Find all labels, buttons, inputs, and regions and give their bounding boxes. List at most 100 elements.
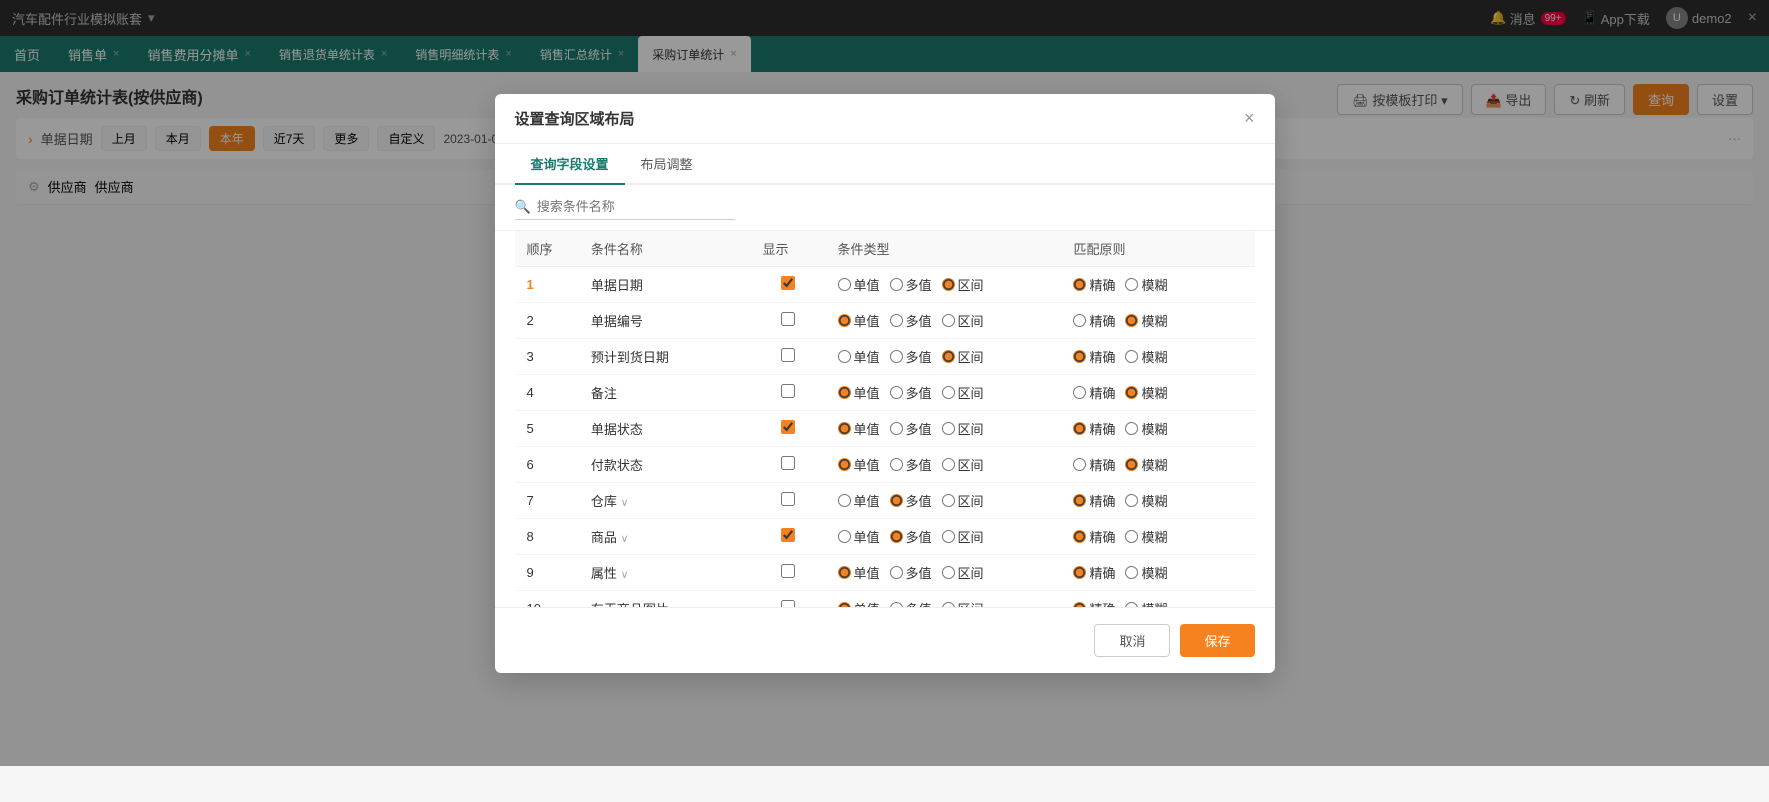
type-option-单值[interactable]: 单值	[838, 527, 880, 546]
type-option-区间[interactable]: 区间	[942, 347, 984, 366]
row-name: 付款状态	[591, 458, 643, 473]
match-option-精确[interactable]: 精确	[1073, 455, 1115, 474]
type-option-单值[interactable]: 单值	[838, 347, 880, 366]
type-radio-group: 单值多值区间	[838, 455, 1050, 474]
match-option-精确[interactable]: 精确	[1073, 599, 1115, 607]
type-option-单值[interactable]: 单值	[838, 311, 880, 330]
match-radio-group: 精确模糊	[1073, 347, 1242, 366]
settings-modal: 设置查询区域布局 × 查询字段设置 布局调整 🔍 顺序	[495, 94, 1275, 673]
match-radio-group: 精确模糊	[1073, 275, 1242, 294]
display-checkbox[interactable]	[781, 422, 795, 437]
type-option-多值[interactable]: 多值	[890, 419, 932, 438]
match-option-精确[interactable]: 精确	[1073, 527, 1115, 546]
table-row: 4备注单值多值区间精确模糊	[515, 374, 1255, 410]
type-radio-group: 单值多值区间	[838, 347, 1050, 366]
type-option-单值[interactable]: 单值	[838, 491, 880, 510]
type-option-单值[interactable]: 单值	[838, 599, 880, 607]
display-checkbox[interactable]	[781, 494, 795, 509]
modal-table-header-wrap: 顺序 条件名称 显示 条件类型 匹配原则	[495, 231, 1275, 267]
col-header-type: 条件类型	[826, 231, 1062, 267]
search-input[interactable]	[537, 199, 717, 214]
modal-overlay[interactable]: 设置查询区域布局 × 查询字段设置 布局调整 🔍 顺序	[0, 0, 1769, 766]
row-name: 仓库 ∨	[591, 494, 629, 509]
display-checkbox[interactable]	[781, 566, 795, 581]
match-option-模糊[interactable]: 模糊	[1125, 455, 1167, 474]
type-option-单值[interactable]: 单值	[838, 563, 880, 582]
type-option-单值[interactable]: 单值	[838, 455, 880, 474]
table-row: 10有无商品图片单值多值区间精确模糊	[515, 590, 1255, 607]
row-order: 8	[527, 529, 534, 544]
row-order: 7	[527, 493, 534, 508]
display-checkbox[interactable]	[781, 386, 795, 401]
type-option-多值[interactable]: 多值	[890, 455, 932, 474]
match-option-模糊[interactable]: 模糊	[1125, 311, 1167, 330]
type-option-多值[interactable]: 多值	[890, 599, 932, 607]
match-radio-group: 精确模糊	[1073, 563, 1242, 582]
match-option-精确[interactable]: 精确	[1073, 275, 1115, 294]
match-option-模糊[interactable]: 模糊	[1125, 563, 1167, 582]
match-option-模糊[interactable]: 模糊	[1125, 599, 1167, 607]
col-header-order: 顺序	[515, 231, 579, 267]
type-option-多值[interactable]: 多值	[890, 311, 932, 330]
type-option-多值[interactable]: 多值	[890, 563, 932, 582]
match-radio-group: 精确模糊	[1073, 491, 1242, 510]
type-option-区间[interactable]: 区间	[942, 491, 984, 510]
type-radio-group: 单值多值区间	[838, 311, 1050, 330]
type-option-区间[interactable]: 区间	[942, 383, 984, 402]
table-row: 5单据状态单值多值区间精确模糊	[515, 410, 1255, 446]
match-option-模糊[interactable]: 模糊	[1125, 383, 1167, 402]
display-checkbox[interactable]	[781, 530, 795, 545]
display-checkbox[interactable]	[781, 350, 795, 365]
type-option-多值[interactable]: 多值	[890, 347, 932, 366]
search-box: 🔍	[515, 195, 735, 220]
match-radio-group: 精确模糊	[1073, 383, 1242, 402]
type-option-多值[interactable]: 多值	[890, 527, 932, 546]
match-option-精确[interactable]: 精确	[1073, 347, 1115, 366]
modal-close-btn[interactable]: ×	[1244, 108, 1255, 129]
modal-tab-query-fields[interactable]: 查询字段设置	[515, 144, 625, 185]
type-option-区间[interactable]: 区间	[942, 455, 984, 474]
match-option-模糊[interactable]: 模糊	[1125, 275, 1167, 294]
type-radio-group: 单值 多值 区间	[838, 599, 1050, 607]
row-order: 9	[527, 565, 534, 580]
dropdown-arrow: ∨	[620, 569, 628, 581]
display-checkbox[interactable]	[781, 278, 795, 293]
type-option-区间[interactable]: 区间	[942, 563, 984, 582]
match-option-模糊[interactable]: 模糊	[1125, 527, 1167, 546]
type-option-区间[interactable]: 区间	[942, 599, 984, 607]
match-option-模糊[interactable]: 模糊	[1125, 491, 1167, 510]
display-checkbox[interactable]	[781, 314, 795, 329]
match-radio-group: 精确模糊	[1073, 419, 1242, 438]
row-name: 单据日期	[591, 278, 643, 293]
match-radio-group: 精确模糊	[1073, 311, 1242, 330]
type-option-单值[interactable]: 单值	[838, 275, 880, 294]
type-option-区间[interactable]: 区间	[942, 419, 984, 438]
type-option-单值[interactable]: 单值	[838, 419, 880, 438]
match-option-精确[interactable]: 精确	[1073, 383, 1115, 402]
match-option-精确[interactable]: 精确	[1073, 311, 1115, 330]
cancel-btn[interactable]: 取消	[1094, 624, 1170, 657]
match-option-精确[interactable]: 精确	[1073, 419, 1115, 438]
dropdown-arrow: ∨	[620, 497, 628, 509]
type-option-多值[interactable]: 多值	[890, 275, 932, 294]
match-option-模糊[interactable]: 模糊	[1125, 419, 1167, 438]
modal-tab-layout[interactable]: 布局调整	[625, 144, 709, 185]
type-option-多值[interactable]: 多值	[890, 383, 932, 402]
match-radio-group: 精确模糊	[1073, 527, 1242, 546]
table-row: 2单据编号单值多值区间精确模糊	[515, 302, 1255, 338]
table-row: 8商品 ∨单值多值区间精确模糊	[515, 518, 1255, 554]
match-option-精确[interactable]: 精确	[1073, 563, 1115, 582]
display-checkbox[interactable]	[781, 458, 795, 473]
modal-search-area: 🔍	[495, 185, 1275, 231]
type-option-多值[interactable]: 多值	[890, 491, 932, 510]
type-option-单值[interactable]: 单值	[838, 383, 880, 402]
modal-table-body: 1单据日期单值多值区间精确模糊2单据编号单值多值区间精确模糊3预计到货日期单值多…	[515, 267, 1255, 607]
match-option-精确[interactable]: 精确	[1073, 491, 1115, 510]
save-btn[interactable]: 保存	[1180, 624, 1254, 657]
type-option-区间[interactable]: 区间	[942, 311, 984, 330]
type-option-区间[interactable]: 区间	[942, 275, 984, 294]
col-header-name: 条件名称	[579, 231, 751, 267]
match-option-模糊[interactable]: 模糊	[1125, 347, 1167, 366]
type-option-区间[interactable]: 区间	[942, 527, 984, 546]
table-row: 3预计到货日期单值多值区间精确模糊	[515, 338, 1255, 374]
